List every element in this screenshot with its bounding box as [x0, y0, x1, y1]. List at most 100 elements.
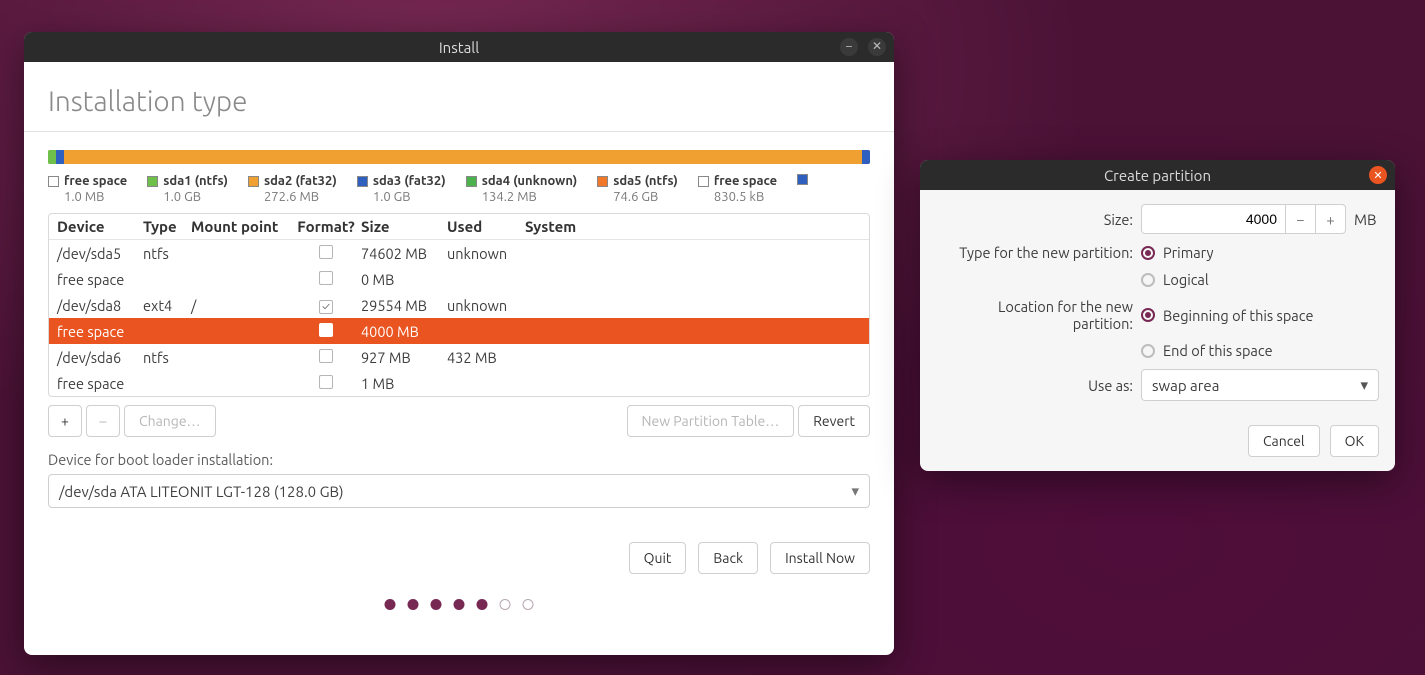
- radio-icon: [1141, 308, 1155, 322]
- close-icon: ✕: [1373, 169, 1382, 182]
- legend-item: sda1 (ntfs)1.0 GB: [147, 174, 228, 205]
- col-system: System: [525, 218, 865, 235]
- type-primary-radio[interactable]: Primary: [1141, 244, 1213, 261]
- table-header: Device Type Mount point Format? Size Use…: [49, 214, 869, 240]
- install-now-button[interactable]: Install Now: [770, 542, 870, 574]
- cancel-button[interactable]: Cancel: [1248, 425, 1320, 457]
- swatch-icon: [597, 176, 608, 187]
- partition-toolbar: + – Change… New Partition Table… Revert: [48, 405, 870, 437]
- size-minus-button[interactable]: −: [1286, 204, 1316, 234]
- location-end-label: End of this space: [1163, 342, 1273, 359]
- table-row[interactable]: free space4000 MB: [49, 318, 869, 344]
- col-size: Size: [361, 218, 447, 235]
- progress-dot: [385, 599, 396, 610]
- swatch-icon: [48, 176, 59, 187]
- table-row[interactable]: free space1 MB: [49, 370, 869, 396]
- radio-icon: [1141, 344, 1155, 358]
- close-icon: ✕: [872, 41, 882, 53]
- chevron-down-icon: ▾: [851, 482, 859, 500]
- format-checkbox[interactable]: [319, 349, 333, 363]
- partition-bar-wrap: [24, 132, 894, 168]
- useas-label: Use as:: [936, 377, 1141, 394]
- col-type: Type: [143, 218, 191, 235]
- bootloader-label: Device for boot loader installation:: [48, 451, 870, 468]
- bootloader-select[interactable]: /dev/sda ATA LITEONIT LGT-128 (128.0 GB)…: [48, 474, 870, 508]
- legend-item: sda5 (ntfs)74.6 GB: [597, 174, 678, 205]
- minimize-button[interactable]: –: [840, 38, 858, 56]
- swatch-icon: [797, 174, 808, 185]
- page-title: Installation type: [24, 62, 894, 131]
- legend-item: sda4 (unknown)134.2 MB: [466, 174, 577, 205]
- progress-dot: [431, 599, 442, 610]
- progress-dot: [408, 599, 419, 610]
- dialog-footer: Cancel OK: [920, 425, 1395, 471]
- ok-button[interactable]: OK: [1330, 425, 1379, 457]
- format-checkbox[interactable]: [319, 245, 333, 259]
- legend-item: sda2 (fat32)272.6 MB: [248, 174, 337, 205]
- dialog-title: Create partition: [1104, 167, 1211, 184]
- swatch-icon: [147, 176, 158, 187]
- type-logical-label: Logical: [1163, 271, 1209, 288]
- format-checkbox[interactable]: [319, 323, 333, 337]
- chevron-down-icon: ▾: [1360, 376, 1368, 394]
- quit-button[interactable]: Quit: [629, 542, 687, 574]
- table-row[interactable]: /dev/sda6ntfs927 MB432 MB: [49, 344, 869, 370]
- col-format: Format?: [291, 218, 361, 235]
- location-end-radio[interactable]: End of this space: [1141, 342, 1273, 359]
- remove-partition-button[interactable]: –: [86, 405, 120, 437]
- swatch-icon: [248, 176, 259, 187]
- table-row[interactable]: /dev/sda8ext4/✓29554 MBunknown: [49, 292, 869, 318]
- progress-dot: [500, 599, 511, 610]
- new-partition-table-button[interactable]: New Partition Table…: [627, 405, 795, 437]
- titlebar: Install – ✕: [24, 32, 894, 62]
- swatch-icon: [466, 176, 477, 187]
- location-begin-radio[interactable]: Beginning of this space: [1141, 307, 1313, 324]
- format-checkbox[interactable]: ✓: [319, 300, 333, 314]
- bootloader-value: /dev/sda ATA LITEONIT LGT-128 (128.0 GB): [59, 483, 344, 500]
- col-mount: Mount point: [191, 218, 291, 235]
- progress-dots: [385, 599, 534, 610]
- revert-button[interactable]: Revert: [798, 405, 870, 437]
- progress-dot: [454, 599, 465, 610]
- format-checkbox[interactable]: [319, 375, 333, 389]
- back-button[interactable]: Back: [698, 542, 758, 574]
- size-plus-button[interactable]: +: [1316, 204, 1346, 234]
- size-input[interactable]: [1141, 204, 1286, 234]
- legend-item: free space1.0 MB: [48, 174, 127, 205]
- type-logical-radio[interactable]: Logical: [1141, 271, 1209, 288]
- partition-bar: [48, 150, 870, 164]
- create-partition-dialog: Create partition ✕ Size: − + MB Type for…: [920, 160, 1395, 471]
- col-used: Used: [447, 218, 525, 235]
- radio-icon: [1141, 273, 1155, 287]
- partition-legend: free space1.0 MB sda1 (ntfs)1.0 GB sda2 (f…: [24, 168, 894, 205]
- table-row[interactable]: /dev/sda5ntfs74602 MBunknown: [49, 240, 869, 266]
- partition-table[interactable]: Device Type Mount point Format? Size Use…: [48, 213, 870, 397]
- legend-item: [797, 174, 813, 205]
- size-unit: MB: [1354, 211, 1377, 228]
- dialog-body: Size: − + MB Type for the new partition:…: [920, 190, 1395, 425]
- dialog-titlebar: Create partition ✕: [920, 160, 1395, 190]
- add-partition-button[interactable]: +: [48, 405, 82, 437]
- radio-icon: [1141, 246, 1155, 260]
- legend-item: sda3 (fat32)1.0 GB: [357, 174, 446, 205]
- useas-select[interactable]: swap area ▾: [1141, 369, 1379, 401]
- close-button[interactable]: ✕: [868, 38, 886, 56]
- legend-item: free space830.5 kB: [698, 174, 777, 205]
- install-window: Install – ✕ Installation type free space…: [24, 32, 894, 655]
- location-label: Location for the new partition:: [936, 298, 1141, 332]
- format-checkbox[interactable]: [319, 271, 333, 285]
- size-label: Size:: [936, 211, 1141, 228]
- type-label: Type for the new partition:: [936, 244, 1141, 261]
- progress-dot: [477, 599, 488, 610]
- change-partition-button[interactable]: Change…: [124, 405, 216, 437]
- col-device: Device: [53, 218, 143, 235]
- swatch-icon: [698, 176, 709, 187]
- dialog-close-button[interactable]: ✕: [1369, 166, 1387, 184]
- install-footer: Quit Back Install Now: [48, 542, 870, 574]
- window-title: Install: [439, 39, 479, 56]
- useas-value: swap area: [1152, 377, 1219, 394]
- swatch-icon: [357, 176, 368, 187]
- type-primary-label: Primary: [1163, 244, 1213, 261]
- progress-dot: [523, 599, 534, 610]
- table-row[interactable]: free space0 MB: [49, 266, 869, 292]
